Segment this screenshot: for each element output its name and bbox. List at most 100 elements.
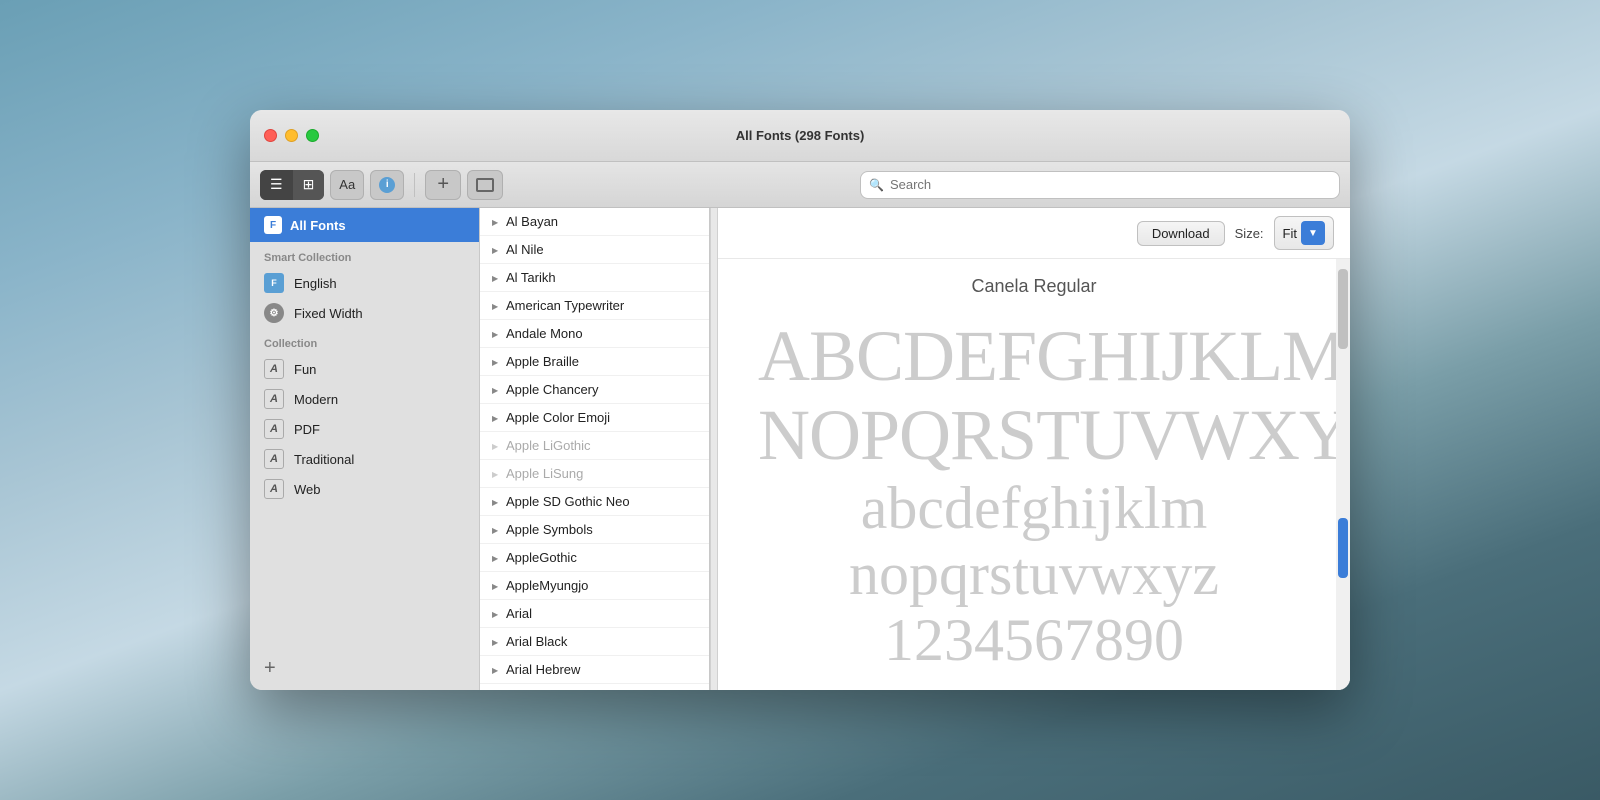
font-name-label: AppleMyungjo <box>506 578 588 593</box>
font-name-label: Apple Color Emoji <box>506 410 610 425</box>
list-item[interactable]: ▶Al Bayan <box>480 208 709 236</box>
search-box: 🔍 <box>860 171 1340 199</box>
sidebar-item-traditional-label: Traditional <box>294 452 354 467</box>
search-input[interactable] <box>890 177 1331 192</box>
font-name-label: Arial Hebrew <box>506 662 580 677</box>
list-item[interactable]: ▶ Apple LiSung <box>480 460 709 488</box>
font-name-label: Al Nile <box>506 242 544 257</box>
size-dropdown-arrow: ▼ <box>1301 221 1325 245</box>
list-item[interactable]: ▶ Arial Hebrew <box>480 656 709 684</box>
expand-triangle-icon: ▶ <box>492 610 500 618</box>
list-view-button[interactable]: ☰ <box>260 170 293 200</box>
expand-triangle-icon: ▶ <box>492 498 500 506</box>
list-item[interactable]: ▶ American Typewriter <box>480 292 709 320</box>
preview-font-name: Canela Regular <box>971 276 1096 297</box>
size-label: Size: <box>1235 226 1264 241</box>
english-icon: F <box>264 273 284 293</box>
pdf-icon: A <box>264 419 284 439</box>
font-name-label: Apple Braille <box>506 354 579 369</box>
sidebar-item-pdf[interactable]: A PDF <box>250 414 479 444</box>
minimize-button[interactable] <box>285 129 298 142</box>
sidebar-item-english-label: English <box>294 276 337 291</box>
close-button[interactable] <box>264 129 277 142</box>
preview-numbers: 1234567890 <box>758 607 1310 673</box>
gear-icon: ⚙ <box>264 303 284 323</box>
expand-triangle-icon: ▶ <box>492 470 500 478</box>
size-selector[interactable]: Fit ▼ <box>1274 216 1334 250</box>
list-item[interactable]: ▶ Apple Chancery <box>480 376 709 404</box>
list-item[interactable]: ▶Al Tarikh <box>480 264 709 292</box>
add-collection-button[interactable]: + <box>425 170 461 200</box>
expand-triangle-icon: ▶ <box>492 638 500 646</box>
all-fonts-item[interactable]: F All Fonts <box>250 208 479 242</box>
sidebar-add-button[interactable]: + <box>264 657 276 680</box>
list-item[interactable]: ▶ Apple SD Gothic Neo <box>480 488 709 516</box>
font-list[interactable]: ▶Al Bayan▶Al Nile▶Al Tarikh▶American Typ… <box>480 208 710 690</box>
list-item[interactable]: ▶Andale Mono <box>480 320 709 348</box>
expand-triangle-icon: ▶ <box>492 414 500 422</box>
list-item[interactable]: ▶Apple Braille <box>480 348 709 376</box>
traditional-icon: A <box>264 449 284 469</box>
sidebar-bottom: + <box>250 647 479 690</box>
preview-toolbar: Download Size: Fit ▼ <box>718 208 1350 259</box>
list-item[interactable]: ▶AppleGothic <box>480 544 709 572</box>
info-button[interactable]: i <box>370 170 404 200</box>
plus-icon: + <box>437 173 449 196</box>
preview-uppercase-1: ABCDEFGHIJKLM <box>758 317 1310 396</box>
expand-triangle-icon: ▶ <box>492 386 500 394</box>
scrollbar-track <box>1336 259 1350 690</box>
list-item[interactable]: ▶ Apple Color Emoji <box>480 404 709 432</box>
sidebar-item-fun[interactable]: A Fun <box>250 354 479 384</box>
sidebar-item-fixed-width-label: Fixed Width <box>294 306 363 321</box>
expand-triangle-icon: ▶ <box>492 582 500 590</box>
list-item[interactable]: ▶Arial <box>480 600 709 628</box>
title-bar: All Fonts (298 Fonts) <box>250 110 1350 162</box>
all-fonts-icon: F <box>264 216 282 234</box>
font-name-label: Apple SD Gothic Neo <box>506 494 630 509</box>
fun-icon: A <box>264 359 284 379</box>
expand-triangle-icon: ▶ <box>492 330 500 338</box>
font-preview-button[interactable]: Aa <box>330 170 364 200</box>
preview-scrollbar[interactable] <box>1336 259 1350 690</box>
list-item[interactable]: ▶Apple Symbols <box>480 516 709 544</box>
expand-triangle-icon: ▶ <box>492 302 500 310</box>
preview-lowercase-1: abcdefghijklm <box>758 475 1310 541</box>
font-name-label: Apple LiSung <box>506 466 583 481</box>
font-name-label: Apple Chancery <box>506 382 599 397</box>
expand-triangle-icon: ▶ <box>492 666 500 674</box>
font-name-label: Apple LiGothic <box>506 438 591 453</box>
modern-icon: A <box>264 389 284 409</box>
window-title: All Fonts (298 Fonts) <box>736 128 865 143</box>
list-item[interactable]: ▶ Arial Black <box>480 628 709 656</box>
sidebar-item-web[interactable]: A Web <box>250 474 479 504</box>
font-name-label: AppleGothic <box>506 550 577 565</box>
size-value: Fit <box>1283 226 1297 241</box>
font-name-label: American Typewriter <box>506 298 624 313</box>
preview-uppercase-2: NOPQRSTUVWXYZ <box>758 396 1310 475</box>
maximize-button[interactable] <box>306 129 319 142</box>
preview-area: Download Size: Fit ▼ Canela Regular ABCD… <box>718 208 1350 690</box>
preview-content: Canela Regular ABCDEFGHIJKLM NOPQRSTUVWX… <box>718 259 1350 690</box>
preview-lowercase-2: nopqrstuvwxyz <box>758 541 1310 607</box>
scrollbar-thumb-blue <box>1338 518 1348 578</box>
sidebar-item-traditional[interactable]: A Traditional <box>250 444 479 474</box>
web-icon: A <box>264 479 284 499</box>
list-item[interactable]: ▶Al Nile <box>480 236 709 264</box>
list-item[interactable]: ▶Arial Hebrew Scholar <box>480 684 709 690</box>
sidebar-item-modern[interactable]: A Modern <box>250 384 479 414</box>
sidebar-item-pdf-label: PDF <box>294 422 320 437</box>
all-fonts-label: All Fonts <box>290 218 346 233</box>
font-name-label: Arial Black <box>506 634 567 649</box>
main-window: All Fonts (298 Fonts) ☰ ⊞ Aa i + 🔍 <box>250 110 1350 690</box>
sidebar: F All Fonts Smart Collection F English ⚙… <box>250 208 480 690</box>
sidebar-item-english[interactable]: F English <box>250 268 479 298</box>
grid-view-button[interactable]: ⊞ <box>293 170 325 200</box>
list-item[interactable]: ▶Apple LiGothic <box>480 432 709 460</box>
expand-triangle-icon: ▶ <box>492 526 500 534</box>
view-toggle-group: ☰ ⊞ <box>260 170 324 200</box>
list-item[interactable]: ▶ AppleMyungjo <box>480 572 709 600</box>
download-button[interactable]: Download <box>1137 221 1225 246</box>
sidebar-item-fixed-width[interactable]: ⚙ Fixed Width <box>250 298 479 328</box>
scrollbar-thumb-gray <box>1338 269 1348 349</box>
preview-mode-button[interactable] <box>467 170 503 200</box>
